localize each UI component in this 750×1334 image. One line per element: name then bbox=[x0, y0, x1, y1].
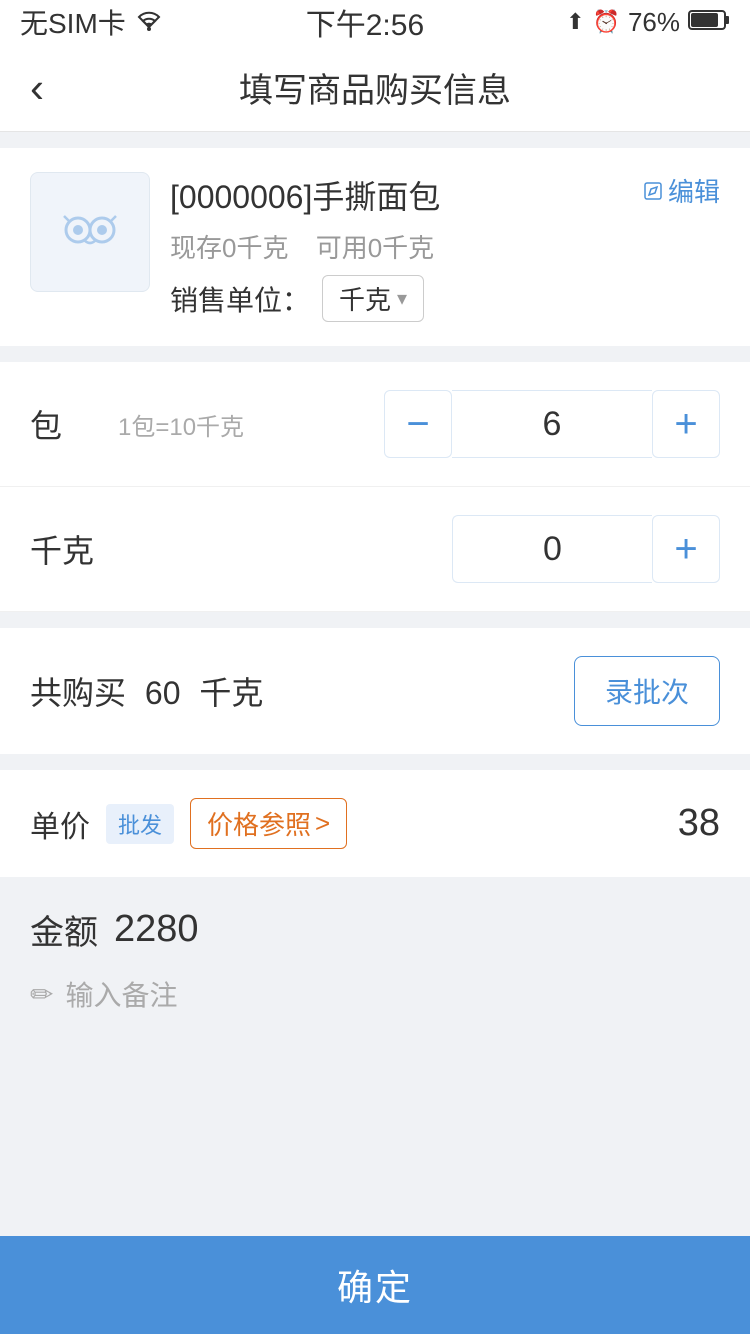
confirm-label: 确定 bbox=[337, 1259, 413, 1311]
edit-icon bbox=[642, 180, 664, 202]
edit-button[interactable]: 编辑 bbox=[642, 172, 720, 209]
remark-icon: ✏ bbox=[30, 978, 53, 1011]
price-tag: 批发 bbox=[106, 804, 174, 844]
kilogram-controls: + bbox=[452, 515, 720, 583]
package-controls: − + bbox=[384, 390, 720, 458]
product-header: [0000006]手撕面包 编辑 bbox=[170, 172, 720, 218]
price-left: 单价 批发 价格参照 > bbox=[30, 798, 347, 849]
total-text: 共购买 60 千克 bbox=[30, 668, 263, 714]
status-right: ⬆ ⏰ 76% bbox=[566, 7, 730, 38]
product-section: [0000006]手撕面包 编辑 现存0千克 可用0千克 销售单位： 千克 ▾ bbox=[0, 148, 750, 346]
confirm-button[interactable]: 确定 bbox=[0, 1236, 750, 1334]
kilogram-plus-button[interactable]: + bbox=[652, 515, 720, 583]
page-title: 填写商品购买信息 bbox=[239, 63, 511, 112]
package-row: 包 1包=10千克 − + bbox=[0, 362, 750, 487]
product-logo-icon bbox=[50, 202, 130, 262]
package-minus-button[interactable]: − bbox=[384, 390, 452, 458]
back-icon: ‹ bbox=[30, 64, 44, 111]
total-section: 共购买 60 千克 录批次 bbox=[0, 628, 750, 754]
remark-row[interactable]: ✏ 输入备注 bbox=[30, 974, 720, 1014]
battery-icon bbox=[688, 7, 730, 38]
package-label: 包 bbox=[30, 401, 110, 447]
available-label: 可用0千克 bbox=[316, 233, 434, 263]
product-unit: 销售单位： 千克 ▾ bbox=[170, 275, 720, 322]
kilogram-input[interactable] bbox=[452, 515, 652, 583]
product-image bbox=[30, 172, 150, 292]
unit-prefix-label: 销售单位： bbox=[170, 279, 310, 319]
package-input[interactable] bbox=[452, 390, 652, 458]
location-icon: ⬆ bbox=[566, 9, 584, 35]
nav-bar: ‹ 填写商品购买信息 bbox=[0, 44, 750, 132]
product-info: [0000006]手撕面包 编辑 现存0千克 可用0千克 销售单位： 千克 ▾ bbox=[170, 172, 720, 322]
plus-icon: + bbox=[674, 402, 697, 447]
unit-select[interactable]: 千克 ▾ bbox=[322, 275, 424, 322]
price-value: 38 bbox=[678, 802, 720, 845]
spacer bbox=[0, 1034, 750, 1214]
unit-dropdown-icon: ▾ bbox=[397, 286, 407, 311]
batch-button[interactable]: 录批次 bbox=[574, 656, 720, 726]
batch-label: 录批次 bbox=[605, 677, 689, 708]
total-unit: 千克 bbox=[199, 675, 263, 711]
product-name: [0000006]手撕面包 bbox=[170, 172, 440, 218]
price-ref-arrow: > bbox=[315, 808, 330, 839]
wifi-icon bbox=[134, 6, 164, 38]
amount-value: 2280 bbox=[114, 908, 199, 951]
amount-section: 金额 2280 ✏ 输入备注 bbox=[0, 877, 750, 1034]
quantity-section: 包 1包=10千克 − + 千克 + bbox=[0, 362, 750, 612]
kilogram-label: 千克 bbox=[30, 526, 110, 572]
edit-label: 编辑 bbox=[668, 172, 720, 209]
price-ref-button[interactable]: 价格参照 > bbox=[190, 798, 347, 849]
price-ref-label: 价格参照 bbox=[207, 805, 311, 842]
status-left: 无SIM卡 bbox=[20, 2, 164, 42]
stock-label: 现存0千克 bbox=[170, 233, 288, 263]
total-amount: 60 bbox=[145, 675, 181, 711]
status-time: 下午2:56 bbox=[306, 0, 424, 44]
kilogram-row: 千克 + bbox=[0, 487, 750, 612]
alarm-icon: ⏰ bbox=[593, 9, 620, 35]
amount-row: 金额 2280 bbox=[30, 905, 720, 954]
total-prefix: 共购买 bbox=[30, 675, 126, 711]
price-label: 单价 bbox=[30, 802, 90, 846]
battery-label: 76% bbox=[628, 7, 680, 38]
kg-plus-icon: + bbox=[674, 527, 697, 572]
package-plus-button[interactable]: + bbox=[652, 390, 720, 458]
package-hint: 1包=10千克 bbox=[118, 407, 384, 442]
minus-icon: − bbox=[406, 402, 429, 447]
carrier-label: 无SIM卡 bbox=[20, 2, 126, 42]
amount-label: 金额 bbox=[30, 905, 98, 954]
status-bar: 无SIM卡 下午2:56 ⬆ ⏰ 76% bbox=[0, 0, 750, 44]
remark-placeholder: 输入备注 bbox=[65, 974, 177, 1014]
unit-value: 千克 bbox=[339, 280, 391, 317]
product-stock: 现存0千克 可用0千克 bbox=[170, 228, 720, 265]
back-button[interactable]: ‹ bbox=[30, 64, 44, 112]
price-section: 单价 批发 价格参照 > 38 bbox=[0, 770, 750, 877]
